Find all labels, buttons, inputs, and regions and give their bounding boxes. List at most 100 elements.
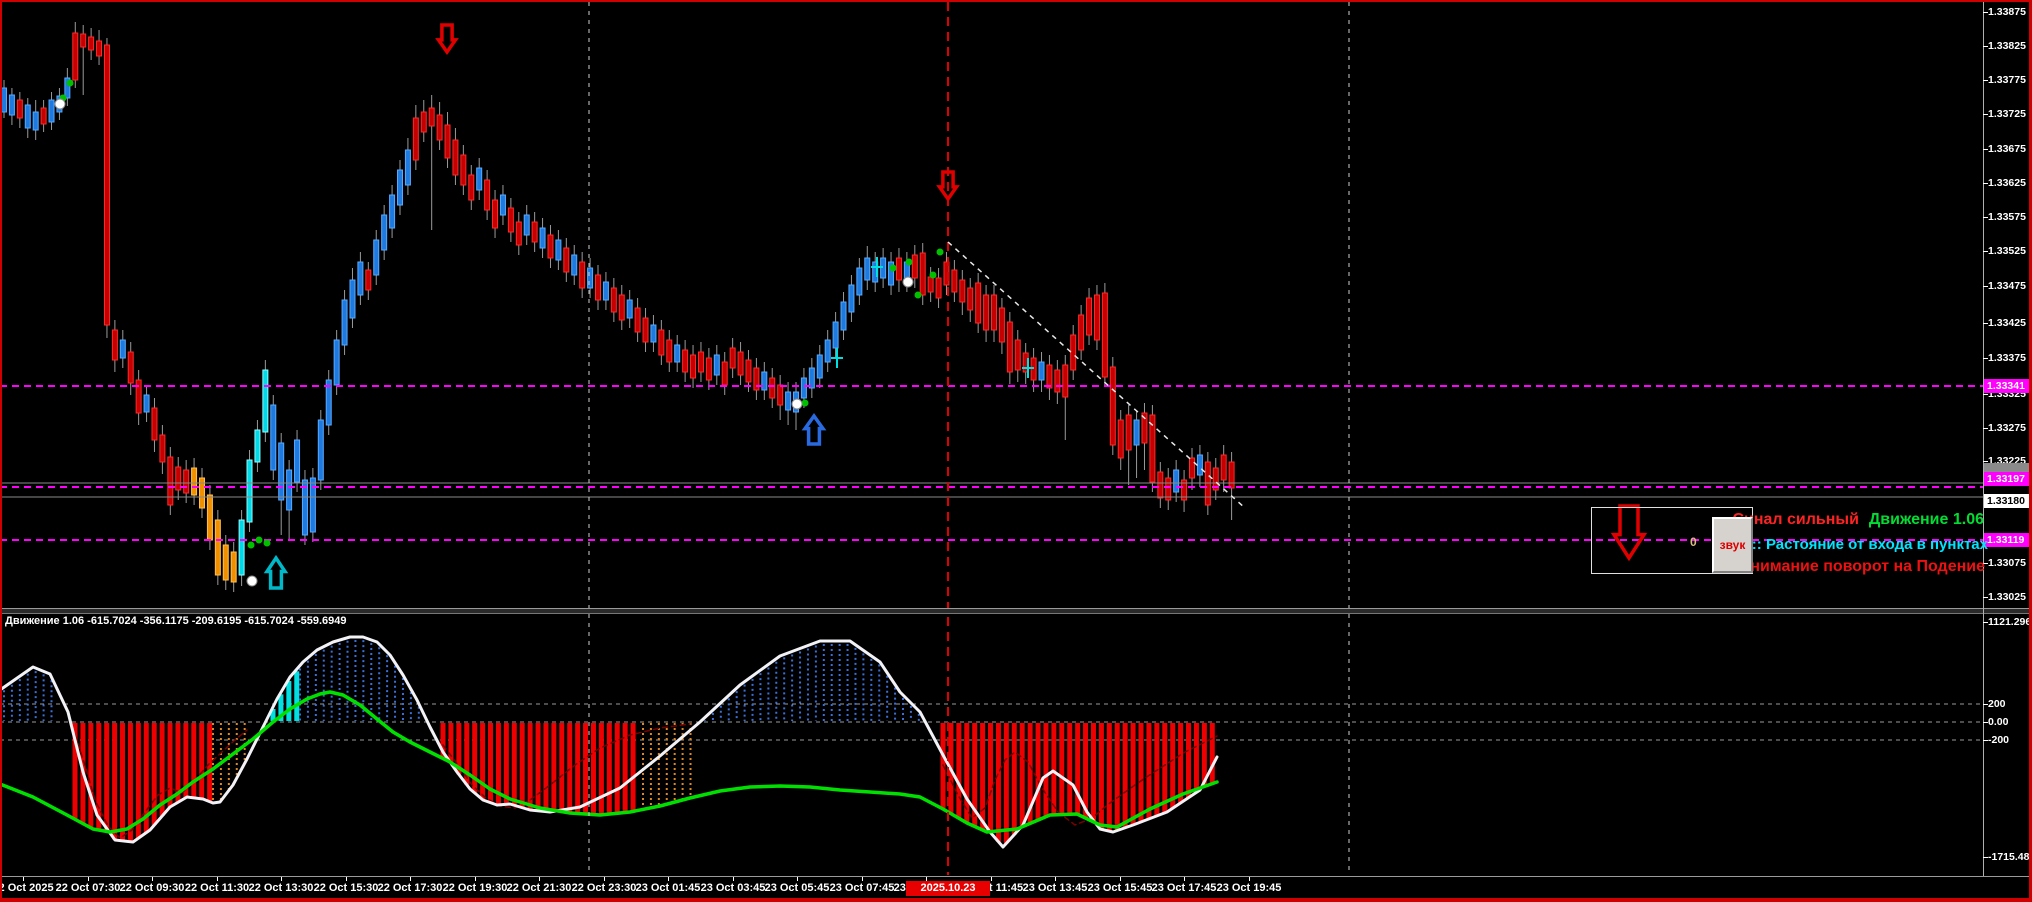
candle xyxy=(1173,469,1180,493)
price-axis-label: 1.33775 xyxy=(1988,74,2026,86)
candle xyxy=(634,307,641,333)
candle xyxy=(729,347,736,369)
time-axis-label: 22 Oct 15:30 xyxy=(313,882,379,894)
time-axis-tick xyxy=(733,877,734,881)
price-axis-label: 1.33725 xyxy=(1988,108,2026,120)
candle xyxy=(1086,297,1093,336)
candle xyxy=(745,359,752,383)
candle xyxy=(191,467,198,496)
signal-circle-marker xyxy=(902,276,914,288)
candle xyxy=(278,442,285,501)
price-axis-label: 1.33525 xyxy=(1988,245,2026,257)
candle xyxy=(389,194,396,229)
time-axis-tick xyxy=(346,877,347,881)
candle xyxy=(690,354,697,379)
candle xyxy=(824,339,831,363)
sell-arrow[interactable] xyxy=(435,23,459,56)
candle xyxy=(143,394,150,413)
candle xyxy=(967,287,974,311)
candle xyxy=(476,167,483,191)
price-axis-tick xyxy=(1983,114,1988,115)
zero-marker: 0 xyxy=(1690,535,1697,549)
buy-arrow[interactable] xyxy=(263,554,289,590)
candle xyxy=(1101,292,1108,378)
candle xyxy=(492,199,499,229)
candle xyxy=(444,124,451,159)
candle xyxy=(713,354,720,376)
candle xyxy=(48,99,55,123)
signal-time-badge: 2025.10.23 11:30 xyxy=(906,881,990,902)
time-axis-border xyxy=(0,876,2032,877)
candle xyxy=(159,434,166,463)
price-axis-tick xyxy=(1983,217,1988,218)
time-axis-label: 22 Oct 11:30 xyxy=(184,882,250,894)
price-axis-label: 1.33675 xyxy=(1988,143,2026,155)
candle xyxy=(214,519,221,576)
time-axis-label: 23 Oct 17:45 xyxy=(1151,882,1217,894)
time-axis-tick xyxy=(475,877,476,881)
candle xyxy=(531,221,538,243)
time-axis-label: 22 Oct 13:30 xyxy=(248,882,314,894)
price-axis-label: 1.33625 xyxy=(1988,177,2026,189)
time-axis-tick xyxy=(281,877,282,881)
candle xyxy=(1014,339,1021,371)
time-axis-tick xyxy=(797,877,798,881)
price-axis-label: 1.33875 xyxy=(1988,6,2026,18)
candle xyxy=(507,207,514,233)
chart-canvas[interactable] xyxy=(0,0,2032,902)
buy-dot-marker xyxy=(263,539,271,547)
candle xyxy=(571,254,578,276)
candle xyxy=(721,361,728,386)
candle xyxy=(412,117,419,161)
indicator-axis-tick xyxy=(1983,857,1988,858)
time-axis-tick xyxy=(1120,877,1121,881)
candle xyxy=(72,32,79,81)
candle xyxy=(206,494,213,541)
indicator-axis-tick xyxy=(1983,622,1988,623)
candle xyxy=(911,254,918,279)
time-axis-tick xyxy=(668,877,669,881)
buy-dot-marker xyxy=(247,541,255,549)
candle xyxy=(587,267,594,289)
price-axis-label: 1.33425 xyxy=(1988,317,2026,329)
candle xyxy=(555,239,562,261)
candle xyxy=(381,214,388,251)
pane-separator[interactable] xyxy=(0,608,2032,614)
indicator-axis-label: 200 xyxy=(1988,698,2006,710)
candle xyxy=(1078,314,1085,351)
candle xyxy=(365,269,372,291)
candle xyxy=(357,261,364,296)
candle xyxy=(1189,457,1195,479)
price-axis-label: 1.33275 xyxy=(1988,422,2026,434)
candle xyxy=(1,87,7,113)
price-axis-tick xyxy=(1983,358,1988,359)
buy-dot-marker xyxy=(929,271,937,279)
time-axis-label: 22 Oct 07:30 xyxy=(55,882,121,894)
candle xyxy=(175,466,182,491)
time-axis-tick xyxy=(217,877,218,881)
candle xyxy=(975,282,982,324)
signal-circle-marker xyxy=(54,98,66,110)
candle xyxy=(333,339,340,386)
candle xyxy=(468,174,475,201)
price-tag: 1.33341 xyxy=(1984,379,2032,393)
time-axis-tick xyxy=(1184,877,1185,881)
distance-from-entry-line: 367 :: Растояние от входа в пунктах xyxy=(1722,536,1988,553)
price-axis-tick xyxy=(1983,461,1988,462)
price-axis-tick xyxy=(1983,12,1988,13)
buy-arrow[interactable] xyxy=(801,412,827,446)
price-axis-tick xyxy=(1983,597,1988,598)
candle xyxy=(484,179,491,211)
indicator-axis-label: 0.00 xyxy=(1988,716,2009,728)
indicator-axis-label: -1715.48 xyxy=(1988,851,2030,863)
sound-button[interactable]: звук xyxy=(1712,517,1753,573)
price-axis-tick xyxy=(1983,183,1988,184)
time-axis-tick xyxy=(539,877,540,881)
indicator-axis-label: 1121.2964 xyxy=(1988,616,2032,628)
candle xyxy=(341,299,348,346)
candle xyxy=(737,351,744,376)
trading-terminal-window: { "colors":{ "bull_fill":"#1f7ae0","bull… xyxy=(0,0,2032,902)
price-axis-label: 1.33075 xyxy=(1988,557,2026,569)
candle xyxy=(523,214,530,236)
candle xyxy=(951,269,958,293)
